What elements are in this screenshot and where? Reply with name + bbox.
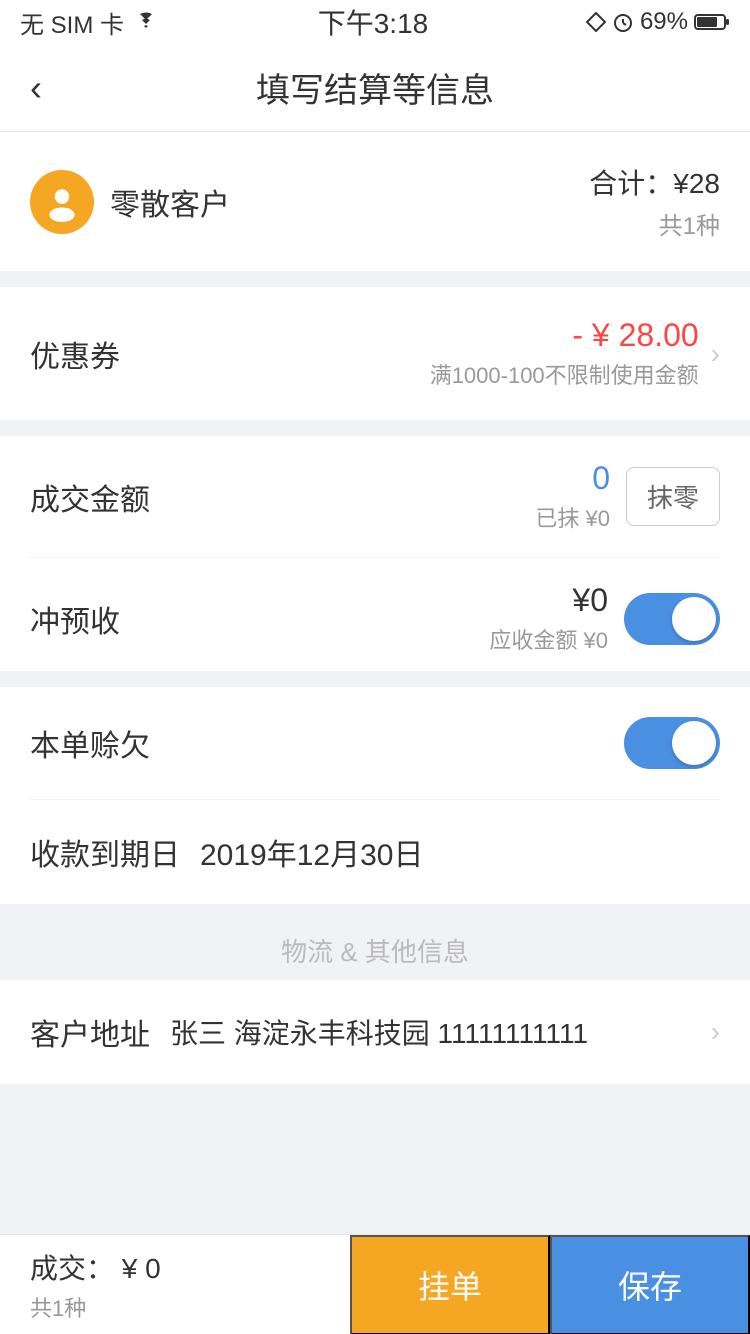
due-date-label: 收款到期日 [30,830,180,874]
coupon-row[interactable]: 优惠券 - ¥ 28.00 满1000-100不限制使用金额 › [0,287,750,420]
status-right: 69% [586,8,730,36]
customer-section: 零散客户 合计：¥28 共1种 [0,132,750,271]
customer-name: 零散客户 [110,180,230,224]
hang-button[interactable]: 挂单 [350,1235,550,1334]
status-left: 无 SIM 卡 [20,5,160,40]
due-date-value: 2019年12月30日 [200,830,423,874]
receivable-sub-value: 应收金额 ¥0 [489,623,608,655]
status-bar: 无 SIM 卡 下午3:18 69% [0,0,750,44]
coupon-value: - ¥ 28.00 满1000-100不限制使用金额 [430,317,699,390]
address-chevron-icon: › [711,1016,720,1048]
total-count: 共1种 [589,206,720,241]
wifi-icon [132,12,160,32]
coupon-right: - ¥ 28.00 满1000-100不限制使用金额 › [430,317,720,390]
address-section: 客户地址 张三 海淀永丰科技园 11111111111 › [0,980,750,1084]
coupon-section: 优惠券 - ¥ 28.00 满1000-100不限制使用金额 › [0,287,750,420]
amount-sub: 已抹 ¥0 [535,501,610,533]
debt-toggle[interactable] [624,717,720,769]
receivable-toggle[interactable] [624,593,720,645]
amount-value: 0 [535,460,610,497]
round-button[interactable]: 抹零 [626,467,720,526]
receivable-row: 冲预收 ¥0 应收金额 ¥0 [30,558,720,671]
back-button[interactable]: ‹ [30,67,42,109]
logistics-separator: 物流 & 其他信息 [0,920,750,980]
bottom-summary: 成交： ¥ 0 共1种 [0,1247,350,1323]
sim-status: 无 SIM 卡 [20,5,124,40]
toggle-knob [672,597,716,641]
save-button[interactable]: 保存 [550,1235,750,1334]
address-row[interactable]: 客户地址 张三 海淀永丰科技园 11111111111 › [0,980,750,1084]
bottom-summary-amount: 成交： ¥ 0 [30,1247,320,1287]
transaction-amount-row: 成交金额 0 已抹 ¥0 抹零 [30,436,720,558]
status-time: 下午3:18 [318,2,429,42]
address-label: 客户地址 [30,1010,150,1054]
battery-percent: 69% [640,8,688,36]
debt-label: 本单赊欠 [30,721,150,765]
page-title: 填写结算等信息 [256,63,494,112]
total-amount: 合计：¥28 [589,162,720,202]
due-date-row: 收款到期日 2019年12月30日 [0,800,750,904]
battery-icon [694,13,730,31]
customer-row: 零散客户 合计：¥28 共1种 [0,132,750,271]
bottom-bar: 成交： ¥ 0 共1种 挂单 保存 [0,1234,750,1334]
receivable-label: 冲预收 [30,597,120,641]
debt-toggle-knob [672,721,716,765]
customer-left: 零散客户 [30,170,230,234]
transaction-section: 成交金额 0 已抹 ¥0 抹零 冲预收 ¥0 应收金额 ¥0 [0,436,750,671]
debt-section: 本单赊欠 收款到期日 2019年12月30日 [0,687,750,904]
address-value: 张三 海淀永丰科技园 11111111111 [170,1012,711,1052]
amount-right: 0 已抹 ¥0 抹零 [535,460,720,533]
amount-value-wrap: 0 已抹 ¥0 [535,460,610,533]
coupon-label: 优惠券 [30,332,120,376]
debt-row: 本单赊欠 [0,687,750,799]
amount-label: 成交金额 [30,475,150,519]
alarm-icon [612,11,634,33]
coupon-desc: 满1000-100不限制使用金额 [430,358,699,390]
person-icon [42,182,82,222]
bottom-summary-count: 共1种 [30,1291,320,1323]
receivable-main-value: ¥0 [489,582,608,619]
avatar [30,170,94,234]
logistics-label: 物流 & 其他信息 [281,932,469,969]
receivable-value-wrap: ¥0 应收金额 ¥0 [489,582,608,655]
receivable-right: ¥0 应收金额 ¥0 [489,582,720,655]
nav-bar: ‹ 填写结算等信息 [0,44,750,132]
coupon-discount: - ¥ 28.00 [430,317,699,354]
coupon-chevron-icon: › [711,338,720,370]
customer-right: 合计：¥28 共1种 [589,162,720,241]
location-icon [586,12,606,32]
